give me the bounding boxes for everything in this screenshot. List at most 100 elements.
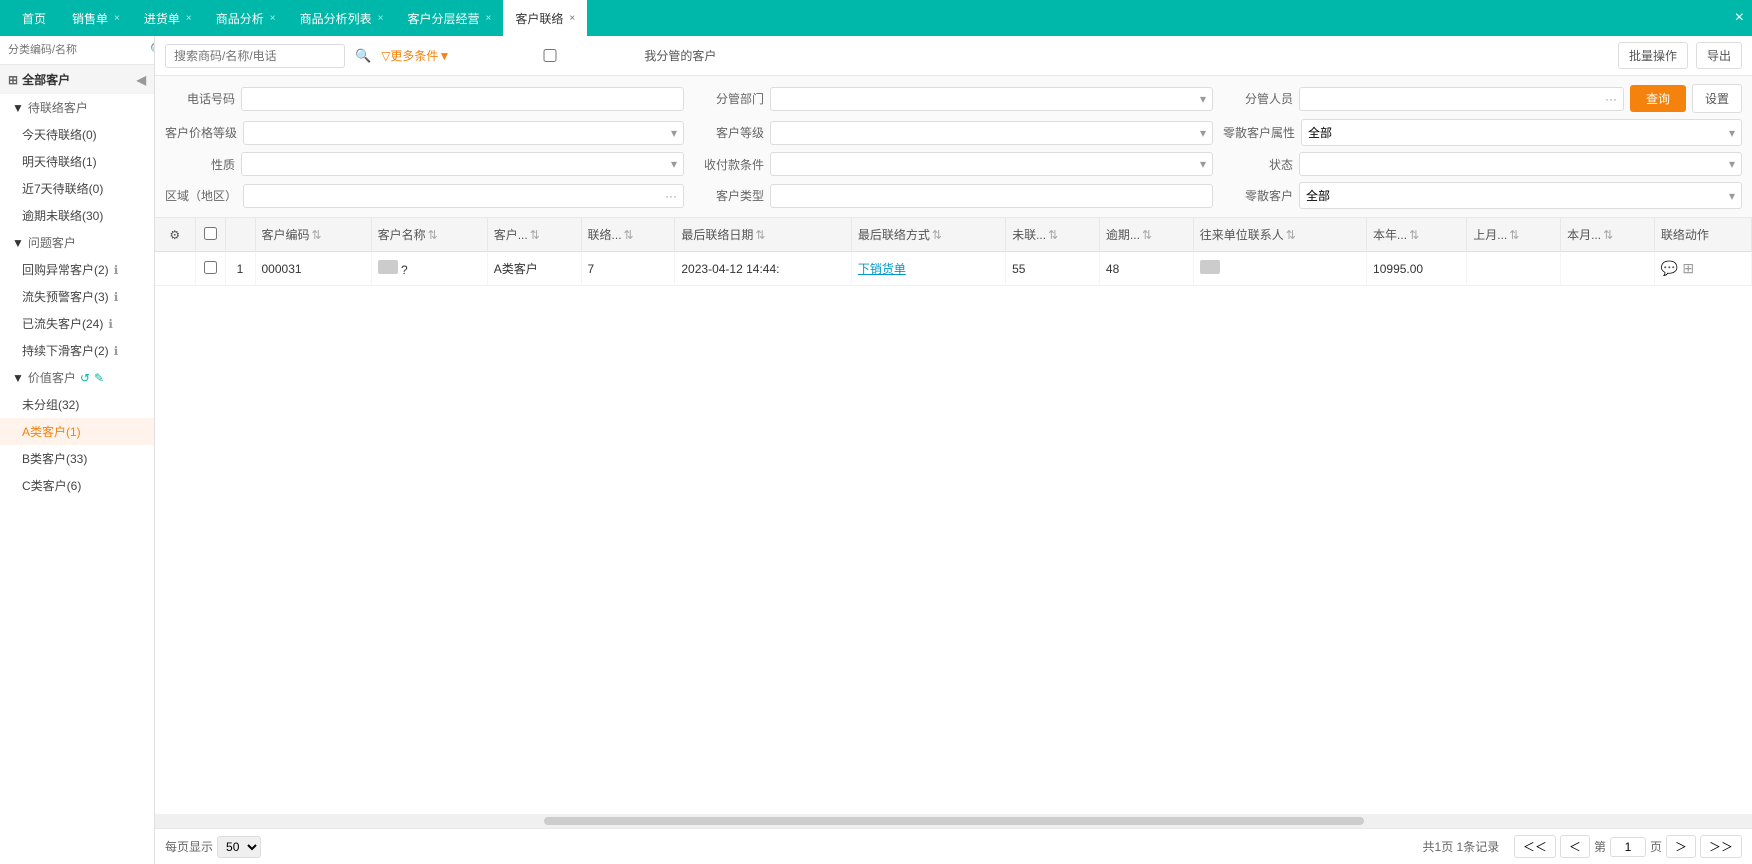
query-button[interactable]: 查询 <box>1630 85 1686 112</box>
sidebar-item-ungrouped[interactable]: 未分组(32) <box>0 391 154 418</box>
edit-icon[interactable]: ✎ <box>94 371 104 385</box>
window-close-icon[interactable]: × <box>1735 9 1744 27</box>
sidebar-item-class-c[interactable]: C类客户(6) <box>0 472 154 499</box>
sidebar-all-customers[interactable]: ⊞ 全部客户 ◀ <box>0 65 154 94</box>
nav-tab-product-analysis[interactable]: 商品分析 × <box>204 0 288 36</box>
th-this-month[interactable]: 本月...⇅ <box>1561 218 1655 252</box>
sidebar-item-class-a[interactable]: A类客户(1) <box>0 418 154 445</box>
tab-close-icon[interactable]: × <box>114 13 120 24</box>
first-page-button[interactable]: ＜＜ <box>1514 835 1556 858</box>
dots-icon[interactable]: ··· <box>665 189 677 203</box>
next-page-button[interactable]: ＞ <box>1666 835 1696 858</box>
filter-row-payment: 收付款条件 ▾ <box>694 152 1213 176</box>
share-icon[interactable]: ⊞ <box>1682 260 1694 277</box>
payment-select[interactable]: ▾ <box>770 152 1213 176</box>
nature-select[interactable]: ▾ <box>241 152 684 176</box>
dots-icon[interactable]: ··· <box>1605 92 1617 106</box>
chevron-icon: ▼ <box>438 49 450 63</box>
settings-button[interactable]: 设置 <box>1692 84 1742 113</box>
sort-icon: ⇅ <box>624 228 634 242</box>
sidebar-item-churned[interactable]: 已流失客户(24) ℹ <box>0 310 154 337</box>
search-input[interactable] <box>165 44 345 68</box>
customer-level-select[interactable]: ▾ <box>770 121 1213 145</box>
more-conditions-btn[interactable]: ▽ 更多条件 ▼ <box>381 47 450 64</box>
select-all-checkbox[interactable] <box>204 227 217 240</box>
sort-icon: ⇅ <box>1286 228 1296 242</box>
td-last-contact-date: 2023-04-12 14:44: <box>675 252 851 286</box>
sidebar-item-tomorrow-contact[interactable]: 明天待联络(1) <box>0 148 154 175</box>
pagination-bar: 每页显示 50 共1页 1条记录 ＜＜ ＜ 第 页 ＞ <box>155 828 1752 864</box>
price-level-select[interactable]: ▾ <box>243 121 684 145</box>
status-select[interactable]: ▾ <box>1299 152 1742 176</box>
retail-customer-select[interactable]: 全部 ▾ <box>1299 182 1742 209</box>
th-overdue[interactable]: 逾期...⇅ <box>1099 218 1193 252</box>
th-last-month[interactable]: 上月...⇅ <box>1467 218 1561 252</box>
my-customers-label: 我分管的客户 <box>644 47 716 64</box>
th-gear[interactable]: ⚙ <box>155 218 195 252</box>
dept-select[interactable]: ▾ <box>770 87 1213 111</box>
th-uncontacted[interactable]: 未联...⇅ <box>1006 218 1100 252</box>
tab-close-icon[interactable]: × <box>378 13 384 24</box>
th-last-contact-date[interactable]: 最后联络日期⇅ <box>675 218 851 252</box>
phone-input[interactable] <box>241 87 684 111</box>
td-uncontacted: 55 <box>1006 252 1100 286</box>
region-input[interactable]: ··· <box>243 184 684 208</box>
th-unit-contact[interactable]: 往来单位联系人⇅ <box>1193 218 1366 252</box>
sidebar-item-7days-contact[interactable]: 近7天待联络(0) <box>0 175 154 202</box>
scrollbar-thumb[interactable] <box>544 817 1364 825</box>
row-checkbox[interactable] <box>204 261 217 274</box>
th-customer-type[interactable]: 客户...⇅ <box>487 218 581 252</box>
caret-icon: ▾ <box>671 126 677 140</box>
search-icon[interactable]: 🔍 <box>355 48 371 64</box>
refresh-icon[interactable]: ↺ <box>80 371 90 385</box>
th-last-contact-way[interactable]: 最后联络方式⇅ <box>851 218 1005 252</box>
per-page-control: 每页显示 50 <box>165 836 261 858</box>
sidebar-search-input[interactable] <box>8 44 150 56</box>
batch-op-button[interactable]: 批量操作 <box>1618 42 1688 69</box>
manager-input[interactable]: ··· <box>1299 87 1624 111</box>
sidebar-item-class-b[interactable]: B类客户(33) <box>0 445 154 472</box>
sidebar-collapse-icon[interactable]: ◀ <box>137 73 146 87</box>
retail-attr-select[interactable]: 全部 ▾ <box>1301 119 1742 146</box>
my-customers-filter: 我分管的客户 <box>460 47 716 64</box>
th-customer-name[interactable]: 客户名称⇅ <box>371 218 487 252</box>
tab-close-icon[interactable]: × <box>485 13 491 24</box>
th-customer-code[interactable]: 客户编码⇅ <box>255 218 371 252</box>
caret-icon: ▾ <box>671 157 677 171</box>
sidebar-group-pending-contact[interactable]: ▼ 待联络客户 <box>0 94 154 121</box>
per-page-select[interactable]: 50 <box>217 836 261 858</box>
nav-tab-product-analysis-list[interactable]: 商品分析列表 × <box>288 0 396 36</box>
nav-tab-purchase[interactable]: 进货单 × <box>132 0 204 36</box>
nav-home[interactable]: 首页 <box>8 0 60 36</box>
th-num <box>225 218 255 252</box>
sidebar-item-declining[interactable]: 持续下滑客户(2) ℹ <box>0 337 154 364</box>
sidebar-item-churn-warning[interactable]: 流失预警客户(3) ℹ <box>0 283 154 310</box>
tab-close-icon[interactable]: × <box>270 13 276 24</box>
nav-tab-sales[interactable]: 销售单 × <box>60 0 132 36</box>
tab-close-icon[interactable]: × <box>186 13 192 24</box>
my-customers-checkbox[interactable] <box>460 49 640 62</box>
last-contact-way-link[interactable]: 下销货单 <box>858 262 906 276</box>
filter-row-retail-customer: 零散客户 全部 ▾ <box>1223 182 1742 209</box>
last-page-button[interactable]: ＞＞ <box>1700 835 1742 858</box>
customer-type-input[interactable] <box>770 184 1213 208</box>
sidebar-group-problem-customers[interactable]: ▼ 问题客户 <box>0 229 154 256</box>
filter-row-manager: 分管人员 ··· 查询 设置 <box>1223 84 1742 113</box>
nav-tab-customer-tier[interactable]: 客户分层经营 × <box>395 0 503 36</box>
sidebar-item-repurchase-abnormal[interactable]: 回购异常客户(2) ℹ <box>0 256 154 283</box>
filter-row-dept: 分管部门 ▾ <box>694 84 1213 113</box>
sidebar-item-today-contact[interactable]: 今天待联络(0) <box>0 121 154 148</box>
filter-row-customer-level: 客户等级 ▾ <box>694 119 1213 146</box>
nav-tab-customer-contact[interactable]: 客户联络 × <box>503 0 587 36</box>
th-this-year[interactable]: 本年...⇅ <box>1367 218 1467 252</box>
sidebar-group-value-customers[interactable]: ▼ 价值客户 ↺ ✎ <box>0 364 154 391</box>
page-number-input[interactable] <box>1610 837 1646 857</box>
tab-close-icon[interactable]: × <box>569 13 575 24</box>
sidebar-item-overdue-contact[interactable]: 逾期未联络(30) <box>0 202 154 229</box>
td-customer-type: A类客户 <box>487 252 581 286</box>
prev-page-button[interactable]: ＜ <box>1560 835 1590 858</box>
horizontal-scrollbar[interactable] <box>155 814 1752 828</box>
message-icon[interactable]: 💬 <box>1661 260 1678 277</box>
export-button[interactable]: 导出 <box>1696 42 1742 69</box>
th-contact-count[interactable]: 联络...⇅ <box>581 218 675 252</box>
